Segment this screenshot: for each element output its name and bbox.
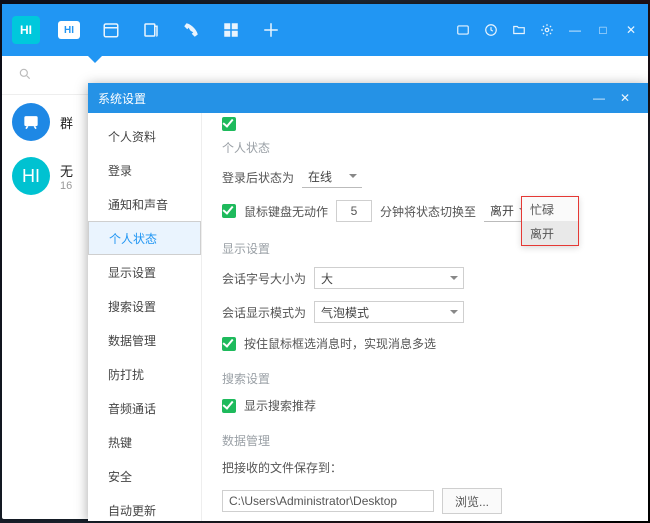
multiselect-label: 按住鼠标框选消息时，实现消息多选 — [244, 335, 436, 352]
display-mode-label: 会话显示模式为 — [222, 304, 306, 321]
idle-status-dropdown: 忙碌离开 — [521, 196, 579, 246]
multiselect-checkbox[interactable] — [222, 337, 236, 351]
section-label-personal-status: 个人状态 — [222, 139, 648, 156]
avatar — [12, 103, 50, 141]
idle-minutes-input[interactable]: 5 — [336, 200, 372, 222]
search-reco-checkbox[interactable] — [222, 399, 236, 413]
settings-dialog: 系统设置 — ✕ 个人资料登录通知和声音个人状态显示设置搜索设置数据管理防打扰音… — [88, 83, 648, 521]
checkbox[interactable] — [222, 117, 236, 131]
calendar-icon[interactable] — [102, 21, 120, 39]
nav-item-4[interactable]: 显示设置 — [88, 255, 201, 289]
nav-item-1[interactable]: 登录 — [88, 153, 201, 187]
search-reco-label: 显示搜索推荐 — [244, 397, 316, 414]
chevron-down-icon — [349, 174, 357, 182]
minimize-button[interactable]: — — [568, 23, 582, 37]
section-label-data: 数据管理 — [222, 432, 648, 449]
gear-icon[interactable] — [540, 23, 554, 37]
maximize-button[interactable]: □ — [596, 23, 610, 37]
browse-button[interactable]: 浏览... — [442, 488, 502, 514]
history-icon[interactable] — [484, 23, 498, 37]
idle-checkbox[interactable] — [222, 204, 236, 218]
phone-icon[interactable] — [182, 21, 200, 39]
display-mode-select[interactable]: 气泡模式 — [314, 301, 464, 323]
login-status-select[interactable]: 在线 — [302, 166, 362, 188]
nav-item-7[interactable]: 防打扰 — [88, 357, 201, 391]
chat-tab-icon[interactable]: HI — [58, 21, 80, 39]
contact-sub: 16 — [60, 180, 73, 192]
font-size-label: 会话字号大小为 — [222, 270, 306, 287]
inbox-icon[interactable] — [456, 23, 470, 37]
dropdown-option[interactable]: 忙碌 — [522, 197, 578, 221]
chevron-down-icon — [450, 276, 458, 284]
recv-path-label: 把接收的文件保存到： — [222, 459, 342, 476]
section-label-search: 搜索设置 — [222, 370, 648, 387]
app-logo: HI — [12, 16, 40, 44]
nav-item-11[interactable]: 自动更新 — [88, 493, 201, 523]
search-icon — [18, 67, 32, 81]
add-icon[interactable] — [262, 21, 280, 39]
contact-name: 无 — [60, 161, 73, 180]
section-label-display: 显示设置 — [222, 240, 648, 257]
nav-item-10[interactable]: 安全 — [88, 459, 201, 493]
idle-after-label: 分钟将状态切换至 — [380, 203, 476, 220]
contact-name: 群 — [60, 113, 73, 132]
nav-item-9[interactable]: 热键 — [88, 425, 201, 459]
nav-item-0[interactable]: 个人资料 — [88, 119, 201, 153]
apps-icon[interactable] — [222, 21, 240, 39]
nav-item-6[interactable]: 数据管理 — [88, 323, 201, 357]
close-button[interactable]: ✕ — [624, 23, 638, 37]
folder-icon[interactable] — [512, 23, 526, 37]
dialog-close-button[interactable]: ✕ — [612, 91, 638, 105]
nav-item-2[interactable]: 通知和声音 — [88, 187, 201, 221]
search-input[interactable] — [18, 67, 62, 84]
dropdown-option[interactable]: 离开 — [522, 221, 578, 245]
news-icon[interactable] — [142, 21, 160, 39]
login-status-label: 登录后状态为 — [222, 169, 294, 186]
nav-item-5[interactable]: 搜索设置 — [88, 289, 201, 323]
dialog-titlebar: 系统设置 — ✕ — [88, 83, 648, 113]
idle-checkbox-label: 鼠标键盘无动作 — [244, 203, 328, 220]
titlebar: HI HI — □ ✕ — [2, 4, 648, 56]
avatar: HI — [12, 157, 50, 195]
dialog-title: 系统设置 — [98, 90, 146, 107]
dialog-minimize-button[interactable]: — — [586, 91, 612, 105]
recv-path-input[interactable]: C:\Users\Administrator\Desktop — [222, 490, 434, 512]
nav-item-3[interactable]: 个人状态 — [88, 221, 201, 255]
nav-item-8[interactable]: 音频通话 — [88, 391, 201, 425]
chevron-down-icon — [450, 310, 458, 318]
settings-nav: 个人资料登录通知和声音个人状态显示设置搜索设置数据管理防打扰音频通话热键安全自动… — [88, 113, 202, 521]
font-size-select[interactable]: 大 — [314, 267, 464, 289]
settings-content: x 个人状态 登录后状态为 在线 鼠标键盘无动作 5 分钟将状态切换至 — [202, 113, 648, 521]
